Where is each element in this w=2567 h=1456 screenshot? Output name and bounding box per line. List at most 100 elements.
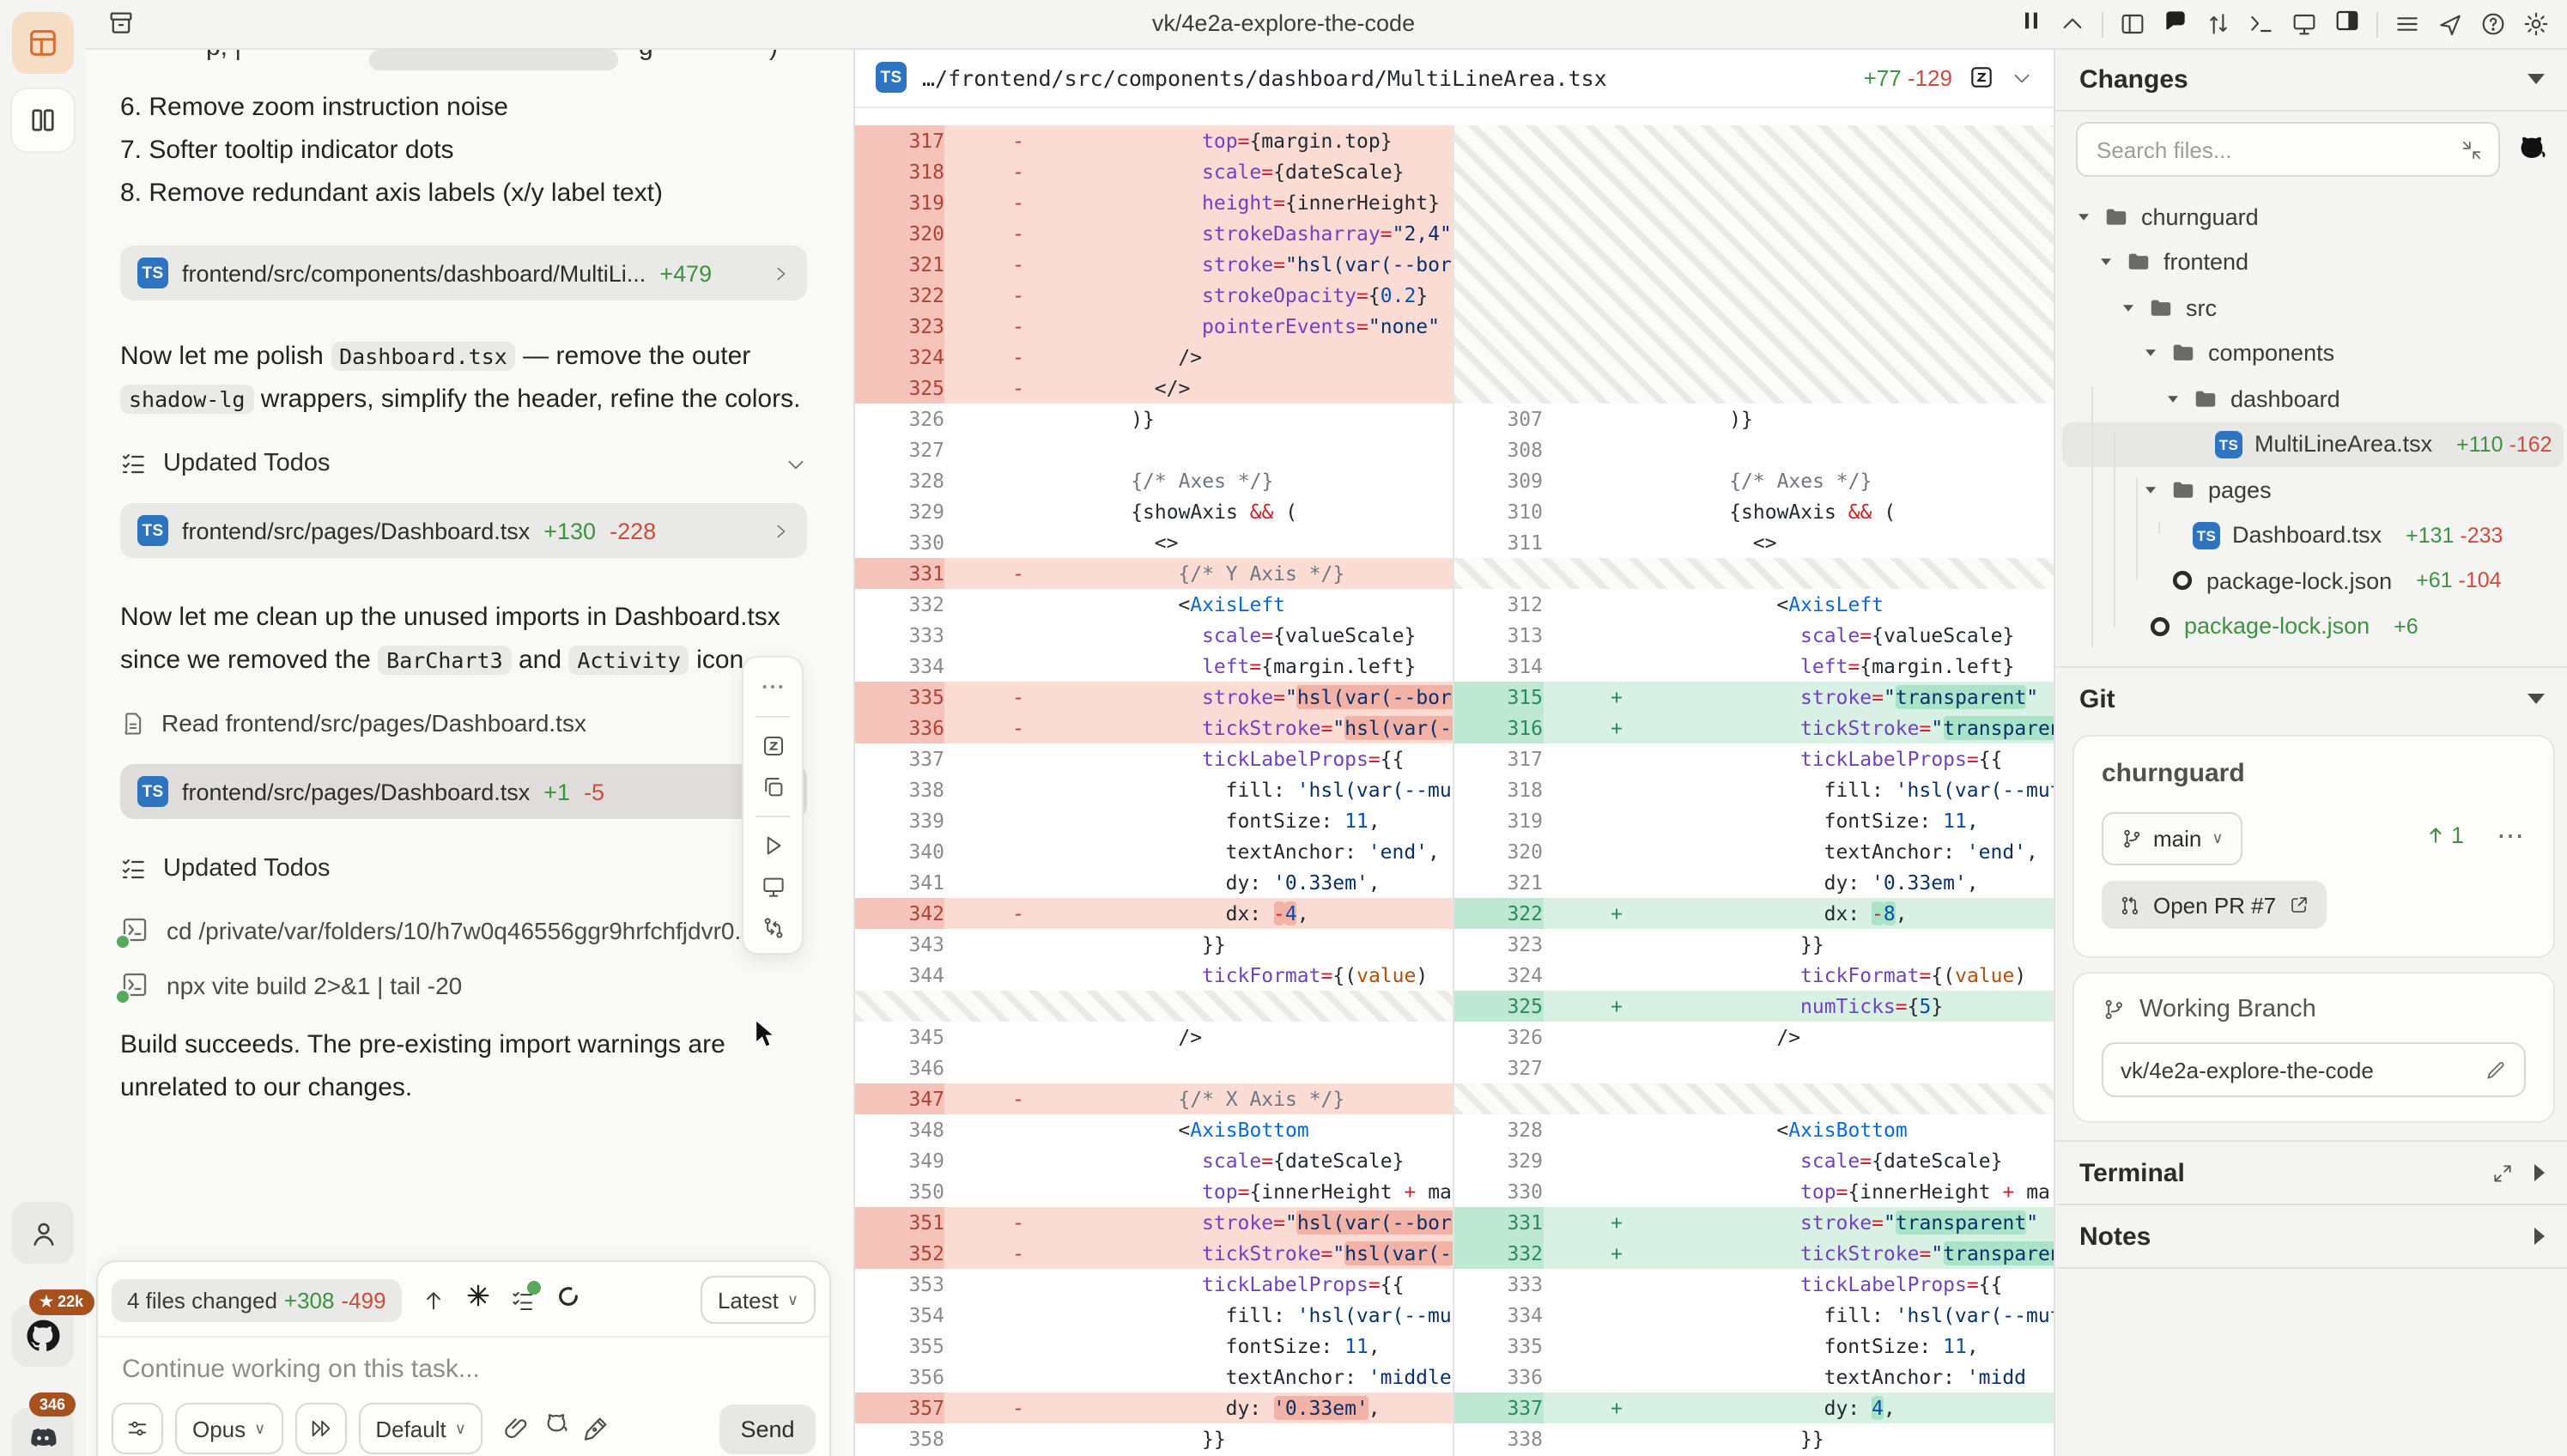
file-chip-multilinearea[interactable]: TS frontend/src/components/dashboard/Mul… [120, 246, 807, 300]
tree-folder-frontend[interactable]: frontend [2062, 240, 2564, 285]
pencil-icon[interactable] [2485, 1059, 2507, 1081]
pointer-icon[interactable] [2437, 10, 2464, 38]
chevron-down-icon[interactable] [2011, 66, 2033, 88]
more-options-icon[interactable]: ⋯ [2497, 819, 2526, 853]
diff-line: 336-tickStroke="hsl(var(--border))" [855, 713, 1452, 743]
tree-folder-components[interactable]: components [2062, 331, 2564, 376]
diff-line: 337+dy: 4, [1453, 1392, 2054, 1423]
read-file-row[interactable]: Read frontend/src/pages/Dashboard.tsx [120, 709, 807, 737]
panel-left-icon[interactable] [2119, 10, 2146, 38]
working-branch-label: Working Branch [2139, 996, 2316, 1023]
files-changed-pill[interactable]: 4 files changed +308 -499 [112, 1278, 402, 1321]
github-button[interactable]: ★ 22k [12, 1305, 74, 1367]
tree-file-MultiLineArea.tsx[interactable]: TSMultiLineArea.tsx+110 -162 [2062, 422, 2564, 467]
git-compare-icon[interactable] [2205, 10, 2232, 38]
terminal-prompt-icon[interactable] [2248, 10, 2275, 38]
diff-line: 329scale={dateScale} [1453, 1145, 2054, 1176]
folder-icon [2170, 477, 2196, 503]
open-pr-button[interactable]: Open PR #7 [2102, 881, 2326, 929]
diff-panel: TS …/frontend/src/components/dashboard/M… [855, 48, 2054, 1456]
help-icon[interactable] [2479, 10, 2507, 38]
menu-icon[interactable] [2394, 10, 2421, 38]
tree-folder-churnguard[interactable]: churnguard [2062, 194, 2564, 240]
deletions: -129 [1908, 64, 1952, 90]
diff-line: 334fill: 'hsl(var(--muted-foreg [1453, 1300, 2054, 1331]
discord-button[interactable]: 346 [12, 1408, 74, 1456]
chevron-down-icon[interactable] [785, 452, 807, 475]
chat-bubble-icon[interactable] [2162, 6, 2189, 42]
diff-line: 307)} [1453, 403, 2054, 434]
file-chip-dashboard[interactable]: TS frontend/src/pages/Dashboard.tsx +130… [120, 503, 807, 558]
collapse-up-icon[interactable] [2059, 10, 2086, 38]
send-button[interactable]: Send [719, 1404, 816, 1453]
expand-icon[interactable] [2491, 1162, 2514, 1184]
todos-label: Updated Todos [163, 450, 331, 477]
settings-sliders-button[interactable] [112, 1403, 163, 1454]
monitor-icon[interactable] [2291, 10, 2318, 38]
archive-icon[interactable] [106, 9, 136, 38]
terminal-icon [120, 915, 149, 944]
model-selector[interactable]: Opus∨ [175, 1403, 282, 1454]
panel-right-icon[interactable] [2333, 6, 2361, 42]
diff-gap [1453, 1083, 2054, 1114]
updated-todos-row-2[interactable]: Updated Todos [120, 855, 807, 883]
diff-line: 343}} [855, 929, 1452, 960]
diff-line: 347-{/* X Axis */} [855, 1083, 1452, 1114]
arrow-up-icon[interactable] [421, 1287, 446, 1313]
chat-panel: p, | g ) 6. Remove zoom instruction nois… [86, 48, 855, 1456]
diff-line: 327 [1453, 1053, 2054, 1083]
paperclip-icon[interactable] [504, 1415, 531, 1442]
diff-line: 341dy: '0.33em', [855, 867, 1452, 898]
terminal-section-header[interactable]: Terminal [2055, 1142, 2567, 1204]
tree-folder-dashboard[interactable]: dashboard [2062, 376, 2564, 422]
file-chip-dashboard-2[interactable]: TS frontend/src/pages/Dashboard.tsx +1 -… [120, 764, 807, 819]
terminal-command-row[interactable]: cd /private/var/folders/10/h7w0q46556ggr… [120, 915, 807, 944]
search-files-input[interactable] [2093, 135, 2450, 164]
diff-view-toggle-icon[interactable] [1968, 64, 1995, 91]
diff-line: 309{/* Axes */} [1453, 465, 2054, 496]
starburst-icon[interactable] [465, 1283, 491, 1317]
checklist-icon [120, 855, 148, 883]
notification-dot [527, 1280, 541, 1294]
profile-button[interactable] [12, 1202, 74, 1264]
external-link-icon [2288, 895, 2309, 915]
tree-folder-src[interactable]: src [2062, 285, 2564, 331]
changes-section-header[interactable]: Changes [2055, 48, 2567, 110]
mode-selector[interactable]: Default∨ [358, 1403, 483, 1454]
composer-input[interactable]: Continue working on this task... [98, 1338, 829, 1384]
grid-board-button[interactable] [12, 89, 74, 151]
folder-icon [2193, 386, 2218, 412]
terminal-command-row[interactable]: npx vite build 2>&1 | tail -20 [120, 970, 807, 999]
cat-icon[interactable] [543, 1410, 571, 1447]
latest-dropdown[interactable]: Latest∨ [701, 1276, 816, 1324]
diff-line: 331-{/* Y Axis */} [855, 558, 1452, 589]
notes-section-header[interactable]: Notes [2055, 1205, 2567, 1267]
pause-icon[interactable] [2019, 8, 2043, 40]
pen-nib-icon[interactable] [583, 1415, 610, 1442]
git-section-header[interactable]: Git [2055, 668, 2567, 730]
monitor-icon[interactable] [760, 874, 786, 900]
ellipsis-icon[interactable] [759, 670, 786, 701]
diff-line: 315+stroke="transparent" [1453, 682, 2054, 713]
ahead-count[interactable]: 1 [2425, 822, 2464, 848]
diff-line: 335-stroke="hsl(var(--border))" [855, 682, 1452, 713]
settings-gear-icon[interactable] [2522, 10, 2550, 38]
tree-file-package-lock.json[interactable]: package-lock.json+6 [2062, 604, 2564, 649]
fast-forward-button[interactable] [294, 1403, 346, 1454]
cat-icon[interactable] [2515, 133, 2548, 166]
todo-list-icon[interactable] [510, 1287, 536, 1313]
play-icon[interactable] [760, 833, 786, 858]
diff-square-icon[interactable] [760, 733, 786, 759]
copy-icon[interactable] [760, 774, 786, 800]
search-files-box[interactable] [2076, 122, 2500, 177]
branch-selector[interactable]: main∨ [2102, 812, 2242, 865]
diff-line: 321-stroke="hsl(var(--border))" [855, 249, 1452, 280]
diff-line: 317-top={margin.top} [855, 125, 1452, 156]
additions: +1 [543, 779, 570, 804]
git-compare-icon[interactable] [760, 915, 786, 941]
diff-line: 345/> [855, 1022, 1452, 1053]
layout-panel-button[interactable] [12, 12, 74, 74]
updated-todos-row[interactable]: Updated Todos [120, 450, 807, 477]
collapse-inward-icon[interactable] [2461, 138, 2483, 161]
working-branch-input[interactable]: vk/4e2a-explore-the-code [2102, 1042, 2526, 1097]
